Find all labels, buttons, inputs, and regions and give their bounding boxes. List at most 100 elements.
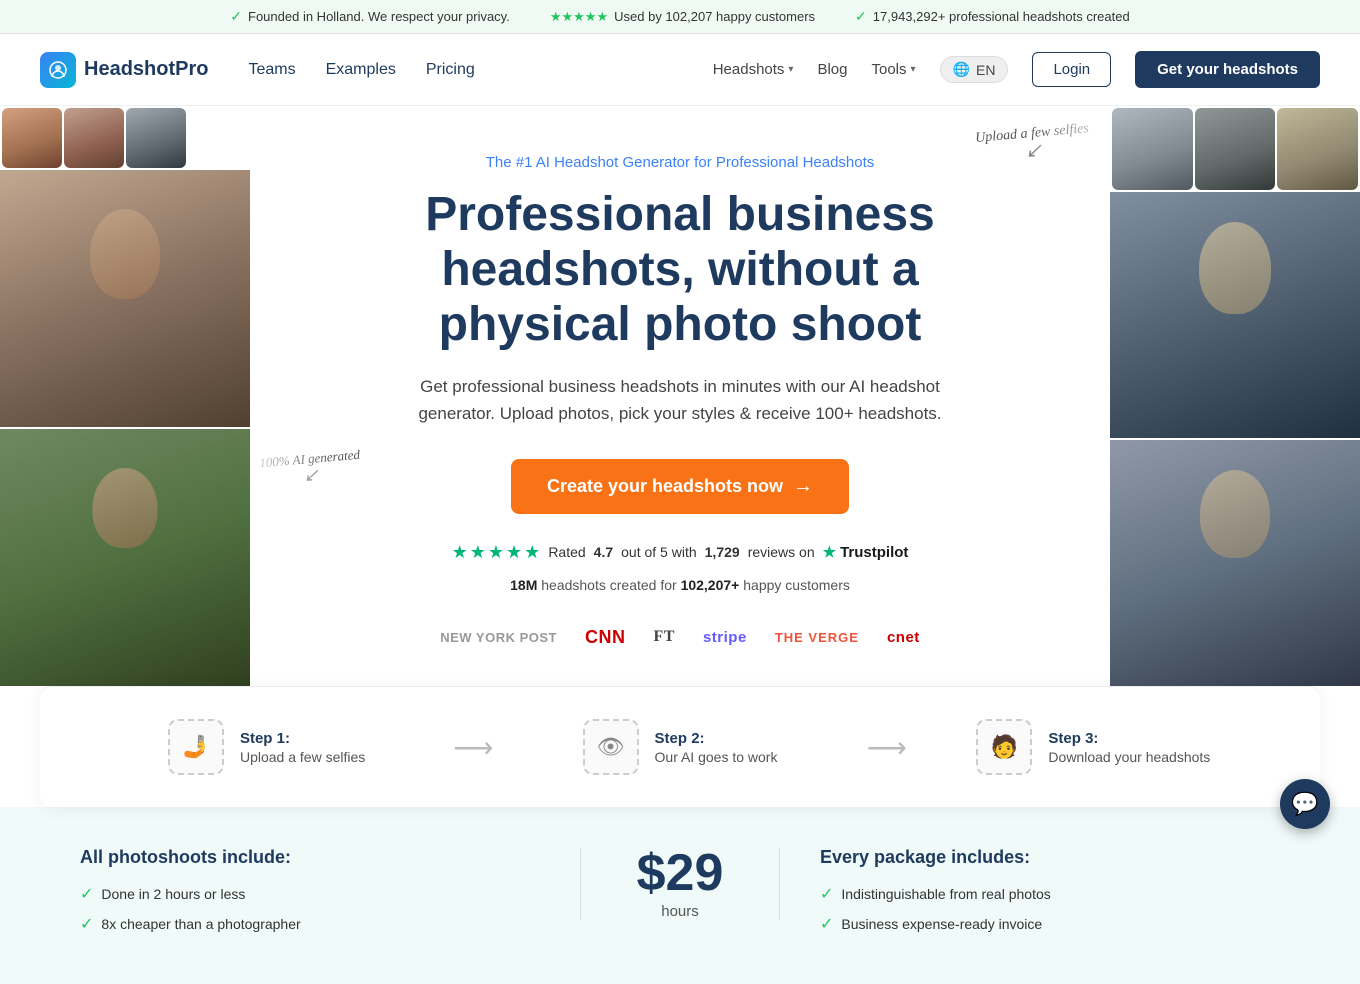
nav-examples[interactable]: Examples: [326, 61, 396, 79]
nav-links-right: Headshots ▾ Blog Tools ▾ 🌐 EN Login Get …: [713, 51, 1320, 88]
hero-cta-text: Create your headshots now: [547, 476, 783, 497]
hero-description: Get professional business headshots in m…: [400, 373, 960, 427]
hero-section: Upload a few selfies ↙ 100% AI generated…: [0, 106, 1360, 686]
bottom-left: All photoshoots include: ✓ Done in 2 hou…: [80, 847, 580, 944]
side-photos-left: [0, 106, 250, 686]
thumb-right-1: [1112, 108, 1193, 190]
chat-icon: 💬: [1291, 791, 1318, 817]
nav-blog[interactable]: Blog: [817, 61, 847, 78]
check-icon-2: ✓: [855, 8, 867, 25]
nav-teams[interactable]: Teams: [248, 61, 295, 79]
bottom-section: All photoshoots include: ✓ Done in 2 hou…: [0, 807, 1360, 984]
hero-content: The #1 AI Headshot Generator for Profess…: [340, 154, 1020, 658]
login-button[interactable]: Login: [1032, 52, 1111, 87]
check-icon-feature-1: ✓: [80, 884, 93, 904]
step-2-number: Step 2:: [655, 730, 778, 747]
trustpilot-name: Trustpilot: [840, 544, 908, 561]
trust-reviews: 1,729: [705, 544, 740, 560]
hero-cta-arrow: →: [793, 475, 813, 498]
check-icon-feature-2: ✓: [80, 914, 93, 934]
step-2-desc: Our AI goes to work: [655, 749, 778, 765]
left-fade: [250, 106, 330, 686]
star-2: ★: [470, 542, 486, 563]
trust-reviews-text: reviews on: [748, 544, 815, 560]
step-arrow-2: ⟶: [867, 731, 907, 764]
chat-button[interactable]: 💬: [1280, 779, 1330, 829]
stars-icon: ★★★★★: [550, 9, 608, 25]
big-photo-right-top: [1110, 192, 1360, 438]
star-5: ★: [524, 542, 540, 563]
steps-section: 🤳 Step 1: Upload a few selfies ⟶ 👁 Step …: [40, 686, 1320, 807]
bottom-right-title: Every package includes:: [820, 847, 1280, 868]
press-nypost: NEW YORK POST: [440, 630, 557, 645]
nav-links-left: Teams Examples Pricing: [248, 61, 474, 79]
trust-row: ★ ★ ★ ★ ★ Rated 4.7 out of 5 with 1,729 …: [340, 542, 1020, 563]
star-1: ★: [452, 542, 468, 563]
globe-icon: 🌐: [953, 61, 970, 78]
right-feature-1: ✓ Indistinguishable from real photos: [820, 884, 1280, 904]
step-3-text: Step 3: Download your headshots: [1048, 730, 1210, 765]
banner-text-3: 17,943,292+ professional headshots creat…: [873, 9, 1130, 24]
step-3-icon: 🧑: [976, 719, 1032, 775]
step-1-icon: 🤳: [168, 719, 224, 775]
thumb-3: [126, 108, 186, 168]
step-3: 🧑 Step 3: Download your headshots: [907, 711, 1280, 783]
navigation: HeadshotPro Teams Examples Pricing Heads…: [0, 34, 1360, 106]
price-display: $29: [611, 847, 749, 899]
press-stripe: stripe: [703, 629, 747, 646]
check-icon-1: ✓: [230, 8, 242, 25]
big-photo-left-top: [0, 170, 250, 427]
banner-text-2: Used by 102,207 happy customers: [614, 9, 815, 24]
bottom-right: Every package includes: ✓ Indistinguisha…: [780, 847, 1280, 944]
feature-2: ✓ 8x cheaper than a photographer: [80, 914, 540, 934]
stats-customers: 102,207+: [681, 577, 740, 593]
press-cnet: cnet: [887, 629, 920, 646]
language-label: EN: [976, 62, 995, 78]
logo-link[interactable]: HeadshotPro: [40, 52, 208, 88]
nav-headshots[interactable]: Headshots ▾: [713, 61, 794, 78]
banner-item-3: ✓ 17,943,292+ professional headshots cre…: [855, 8, 1130, 25]
step-1-desc: Upload a few selfies: [240, 749, 365, 765]
hero-cta-button[interactable]: Create your headshots now →: [511, 459, 849, 514]
step-1-text: Step 1: Upload a few selfies: [240, 730, 365, 765]
step-arrow-1: ⟶: [453, 731, 493, 764]
stats-count: 18M: [510, 577, 537, 593]
tools-dropdown-arrow: ▾: [911, 64, 916, 75]
logo-text: HeadshotPro: [84, 58, 208, 81]
top-banner: ✓ Founded in Holland. We respect your pr…: [0, 0, 1360, 34]
step-2-text: Step 2: Our AI goes to work: [655, 730, 778, 765]
logo-icon: [40, 52, 76, 88]
bottom-left-title: All photoshoots include:: [80, 847, 540, 868]
press-verge: THE VERGE: [775, 630, 859, 645]
feature-1: ✓ Done in 2 hours or less: [80, 884, 540, 904]
hero-subtitle: The #1 AI Headshot Generator for Profess…: [340, 154, 1020, 171]
big-photo-right-bottom: [1110, 438, 1360, 686]
person-icon: 🧑: [991, 734, 1018, 760]
step-1-number: Step 1:: [240, 730, 365, 747]
check-icon-right-1: ✓: [820, 884, 833, 904]
trust-score: 4.7: [594, 544, 613, 560]
press-logos: NEW YORK POST CNN FT stripe THE VERGE cn…: [340, 617, 1020, 658]
banner-item-2: ★★★★★ Used by 102,207 happy customers: [550, 9, 815, 25]
get-headshots-button[interactable]: Get your headshots: [1135, 51, 1320, 88]
nav-tools[interactable]: Tools ▾: [871, 61, 915, 78]
right-fade: [1030, 106, 1110, 686]
nav-pricing[interactable]: Pricing: [426, 61, 475, 79]
step-2-icon: 👁: [583, 719, 639, 775]
star-4: ★: [506, 542, 522, 563]
trust-out-of: out of 5 with: [621, 544, 697, 560]
step-1: 🤳 Step 1: Upload a few selfies: [80, 711, 453, 783]
check-icon-right-2: ✓: [820, 914, 833, 934]
stats-row: 18M headshots created for 102,207+ happy…: [340, 577, 1020, 593]
feature-2-text: 8x cheaper than a photographer: [101, 916, 300, 932]
step-3-number: Step 3:: [1048, 730, 1210, 747]
stats-text: headshots created for: [541, 577, 676, 593]
language-selector[interactable]: 🌐 EN: [940, 56, 1009, 83]
right-feature-2-text: Business expense-ready invoice: [841, 916, 1042, 932]
feature-1-text: Done in 2 hours or less: [101, 886, 245, 902]
step-3-desc: Download your headshots: [1048, 749, 1210, 765]
bottom-center: $29 hours: [580, 847, 780, 920]
selfie-icon: 🤳: [182, 734, 209, 760]
thumb-row-left: [0, 106, 250, 170]
side-photos-right: [1110, 106, 1360, 686]
